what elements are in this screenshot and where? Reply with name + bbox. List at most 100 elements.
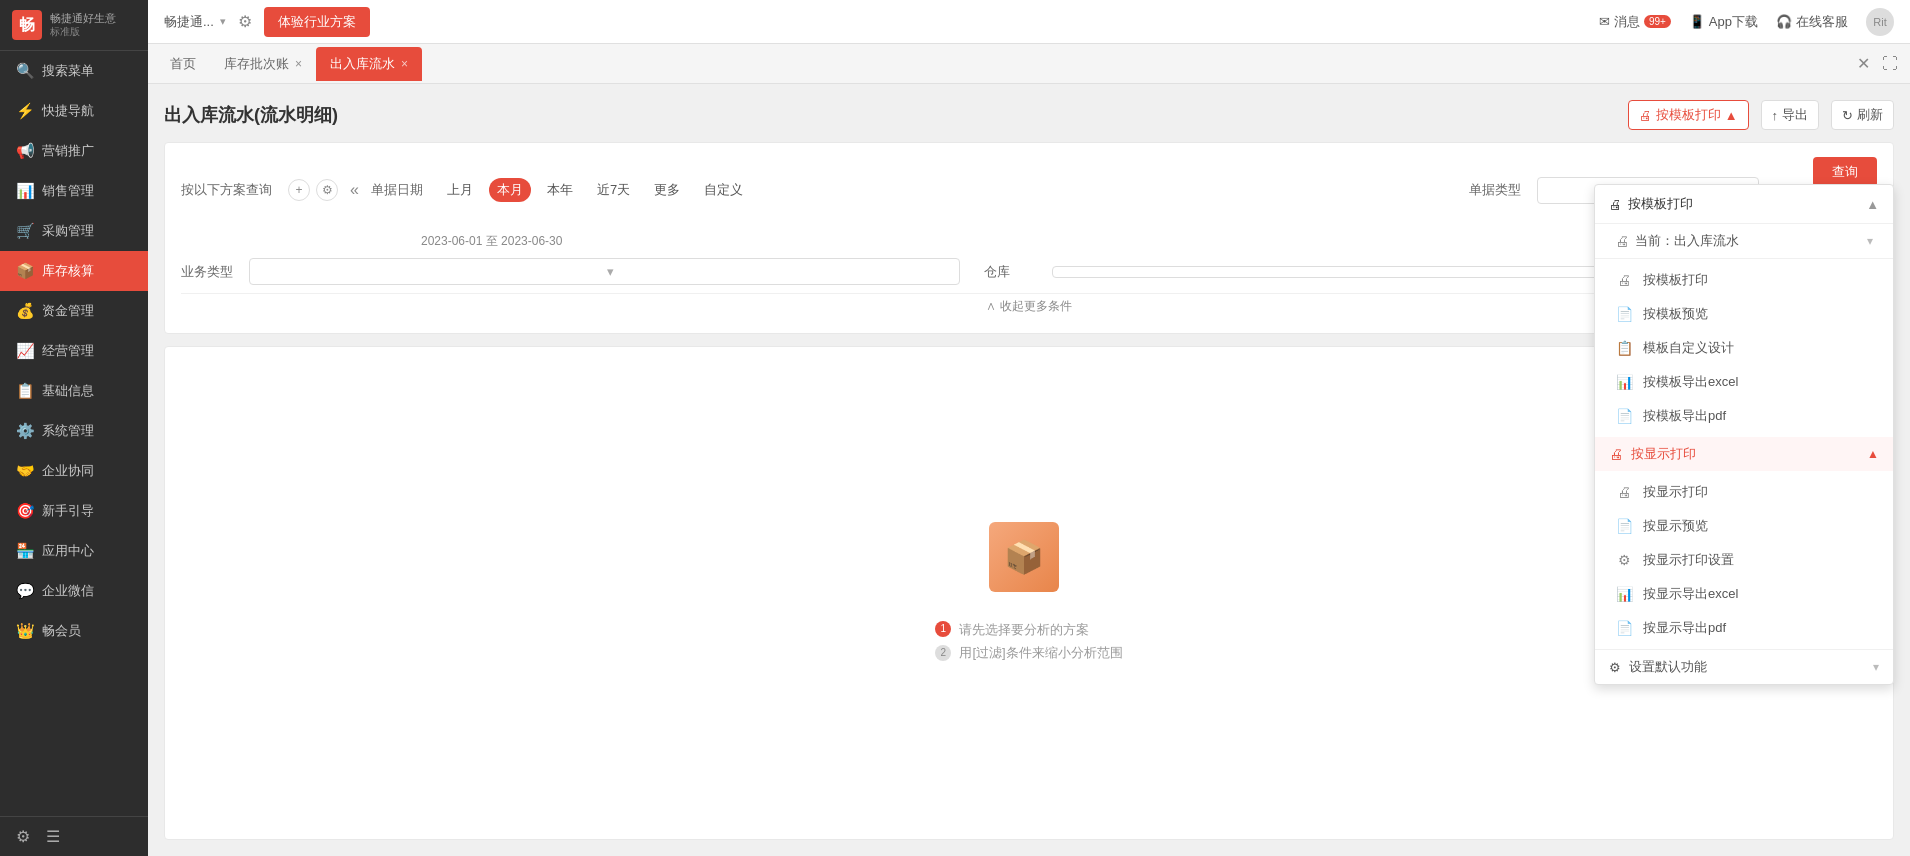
display-section-icon: 🖨 xyxy=(1609,446,1623,462)
tab-in-out-flow-close[interactable]: × xyxy=(401,57,408,71)
date-option-this-year[interactable]: 本年 xyxy=(539,178,581,202)
template-customize-icon: 📋 xyxy=(1615,340,1633,356)
business-type-dropdown[interactable]: ▾ xyxy=(249,258,960,285)
tab-home[interactable]: 首页 xyxy=(156,47,210,81)
date-option-more[interactable]: 更多 xyxy=(646,178,688,202)
empty-steps: 1 请先选择要分析的方案 2 用[过滤]条件来缩小分析范围 xyxy=(935,618,1122,665)
dropdown-display-section-header[interactable]: 🖨 按显示打印 ▲ xyxy=(1595,437,1893,471)
search-label: 按以下方案查询 xyxy=(181,181,272,199)
target-icon: 🎯 xyxy=(16,502,34,520)
dropdown-item-template-export-excel[interactable]: 📊 按模板导出excel xyxy=(1595,365,1893,399)
dropdown-item-template-customize[interactable]: 📋 模板自定义设计 xyxy=(1595,331,1893,365)
user-info: 畅捷通... ▾ xyxy=(164,13,226,31)
phone-icon: 📱 xyxy=(1689,14,1705,29)
sidebar-item-guide[interactable]: 🎯 新手引导 xyxy=(0,491,148,531)
display-print-settings-icon: ⚙ xyxy=(1615,552,1633,568)
template-export-pdf-icon: 📄 xyxy=(1615,408,1633,424)
dropdown-item-template-preview[interactable]: 📄 按模板预览 xyxy=(1595,297,1893,331)
sidebar-item-appstore[interactable]: 🏪 应用中心 xyxy=(0,531,148,571)
chat-icon: 💬 xyxy=(16,582,34,600)
tab-in-out-flow[interactable]: 出入库流水 × xyxy=(316,47,422,81)
clipboard-icon: 📋 xyxy=(16,382,34,400)
date-option-7days[interactable]: 近7天 xyxy=(589,178,638,202)
dropdown-item-template-print[interactable]: 🖨 按模板打印 xyxy=(1595,263,1893,297)
sidebar-item-coop[interactable]: 🤝 企业协同 xyxy=(0,451,148,491)
user-avatar[interactable]: Rit xyxy=(1866,8,1894,36)
close-tab-icon[interactable]: ✕ xyxy=(1853,50,1874,77)
sidebar: 畅 畅捷通好生意 标准版 🔍 搜索菜单 ⚡ 快捷导航 📢 营销推广 📊 xyxy=(0,0,148,856)
dropdown-title: 🖨 按模板打印 xyxy=(1609,195,1693,213)
print-template-button[interactable]: 🖨 按模板打印 ▲ xyxy=(1628,100,1749,130)
sidebar-item-search[interactable]: 🔍 搜索菜单 xyxy=(0,51,148,91)
page-content: 出入库流水(流水明细) 🖨 按模板打印 ▲ ↑ 导出 ↻ 刷新 xyxy=(148,84,1910,856)
sidebar-item-wechat[interactable]: 💬 企业微信 xyxy=(0,571,148,611)
topbar-gear-icon[interactable]: ⚙ xyxy=(238,12,252,31)
user-chevron-icon[interactable]: ▾ xyxy=(220,15,226,28)
app-download-action[interactable]: 📱 App下载 xyxy=(1689,13,1758,31)
store-icon: 🏪 xyxy=(16,542,34,560)
cart-icon: 🛒 xyxy=(16,222,34,240)
tab-batch-account-close[interactable]: × xyxy=(295,57,302,71)
tab-batch-account[interactable]: 库存批次账 × xyxy=(210,47,316,81)
page-title: 出入库流水(流水明细) xyxy=(164,103,338,127)
dropdown-section-2: 🖨 按显示打印 📄 按显示预览 ⚙ 按显示打印设置 📊 按显示导出excel xyxy=(1595,471,1893,649)
dropdown-item-template-export-pdf[interactable]: 📄 按模板导出pdf xyxy=(1595,399,1893,433)
sidebar-item-purchase[interactable]: 🛒 采购管理 xyxy=(0,211,148,251)
dropdown-item-display-export-excel[interactable]: 📊 按显示导出excel xyxy=(1595,577,1893,611)
export-button[interactable]: ↑ 导出 xyxy=(1761,100,1820,130)
business-type-label: 业务类型 xyxy=(181,263,241,281)
sidebar-item-quick-nav[interactable]: ⚡ 快捷导航 xyxy=(0,91,148,131)
dropdown-item-display-export-pdf[interactable]: 📄 按显示导出pdf xyxy=(1595,611,1893,645)
crown-icon: 👑 xyxy=(16,622,34,640)
dropdown-item-display-print-settings[interactable]: ⚙ 按显示打印设置 xyxy=(1595,543,1893,577)
set-default-icon: ⚙ xyxy=(1609,660,1621,675)
trial-button[interactable]: 体验行业方案 xyxy=(264,7,370,37)
template-print-icon: 🖨 xyxy=(1615,272,1633,288)
dropdown-bottom-arrow-icon: ▾ xyxy=(1873,660,1879,674)
expand-icon[interactable]: ⛶ xyxy=(1878,51,1902,77)
template-preview-icon: 📄 xyxy=(1615,306,1633,322)
message-action[interactable]: ✉ 消息 99+ xyxy=(1599,13,1671,31)
message-badge: 99+ xyxy=(1644,15,1671,28)
filter-settings-btn[interactable]: ⚙ xyxy=(316,179,338,201)
sidebar-item-inventory[interactable]: 📦 库存核算 xyxy=(0,251,148,291)
printer-dropdown-icon: 🖨 xyxy=(1609,197,1622,212)
dropdown-current-label: 🖨 当前：出入库流水 ▾ xyxy=(1595,224,1893,259)
sidebar-item-basic[interactable]: 📋 基础信息 xyxy=(0,371,148,411)
display-print-icon: 🖨 xyxy=(1615,484,1633,500)
chart-icon: 📊 xyxy=(16,182,34,200)
sidebar-item-operations[interactable]: 📈 经营管理 xyxy=(0,331,148,371)
dropdown-section-1: 🖨 按模板打印 📄 按模板预览 📋 模板自定义设计 📊 按模板导出excel xyxy=(1595,259,1893,437)
display-section-collapse-icon: ▲ xyxy=(1867,447,1879,461)
page-actions: 🖨 按模板打印 ▲ ↑ 导出 ↻ 刷新 xyxy=(1628,100,1894,130)
query-button[interactable]: 查询 xyxy=(1813,157,1877,187)
dropdown-bottom-item[interactable]: ⚙ 设置默认功能 ▾ xyxy=(1595,649,1893,684)
dropdown-collapse-icon[interactable]: ▲ xyxy=(1866,197,1879,212)
refresh-icon: ↻ xyxy=(1842,108,1853,123)
sidebar-logo: 畅 畅捷通好生意 标准版 xyxy=(0,0,148,51)
money-icon: 💰 xyxy=(16,302,34,320)
date-option-last-month[interactable]: 上月 xyxy=(439,178,481,202)
sidebar-item-finance[interactable]: 💰 资金管理 xyxy=(0,291,148,331)
dropdown-item-display-preview[interactable]: 📄 按显示预览 xyxy=(1595,509,1893,543)
online-service-action[interactable]: 🎧 在线客服 xyxy=(1776,13,1848,31)
sidebar-item-marketing[interactable]: 📢 营销推广 xyxy=(0,131,148,171)
collapse-filter-btn[interactable]: « xyxy=(350,181,359,199)
dropdown-item-display-print[interactable]: 🖨 按显示打印 xyxy=(1595,475,1893,509)
date-option-custom[interactable]: 自定义 xyxy=(696,178,751,202)
logo-text: 畅捷通好生意 标准版 xyxy=(50,11,116,39)
voucher-type-label: 单据类型 xyxy=(1469,181,1529,199)
refresh-button[interactable]: ↻ 刷新 xyxy=(1831,100,1894,130)
menu-toggle-icon[interactable]: ☰ xyxy=(46,827,60,846)
sidebar-item-vip[interactable]: 👑 畅会员 xyxy=(0,611,148,651)
add-filter-btn[interactable]: + xyxy=(288,179,310,201)
sidebar-item-system[interactable]: ⚙️ 系统管理 xyxy=(0,411,148,451)
date-label: 单据日期 xyxy=(371,181,431,199)
megaphone-icon: 📢 xyxy=(16,142,34,160)
date-range-text: 2023-06-01 至 2023-06-30 xyxy=(421,234,562,248)
logo-icon: 畅 xyxy=(12,10,42,40)
date-option-this-month[interactable]: 本月 xyxy=(489,178,531,202)
export-icon: ↑ xyxy=(1772,108,1779,123)
sidebar-item-sales[interactable]: 📊 销售管理 xyxy=(0,171,148,211)
settings-bottom-icon[interactable]: ⚙ xyxy=(16,827,30,846)
